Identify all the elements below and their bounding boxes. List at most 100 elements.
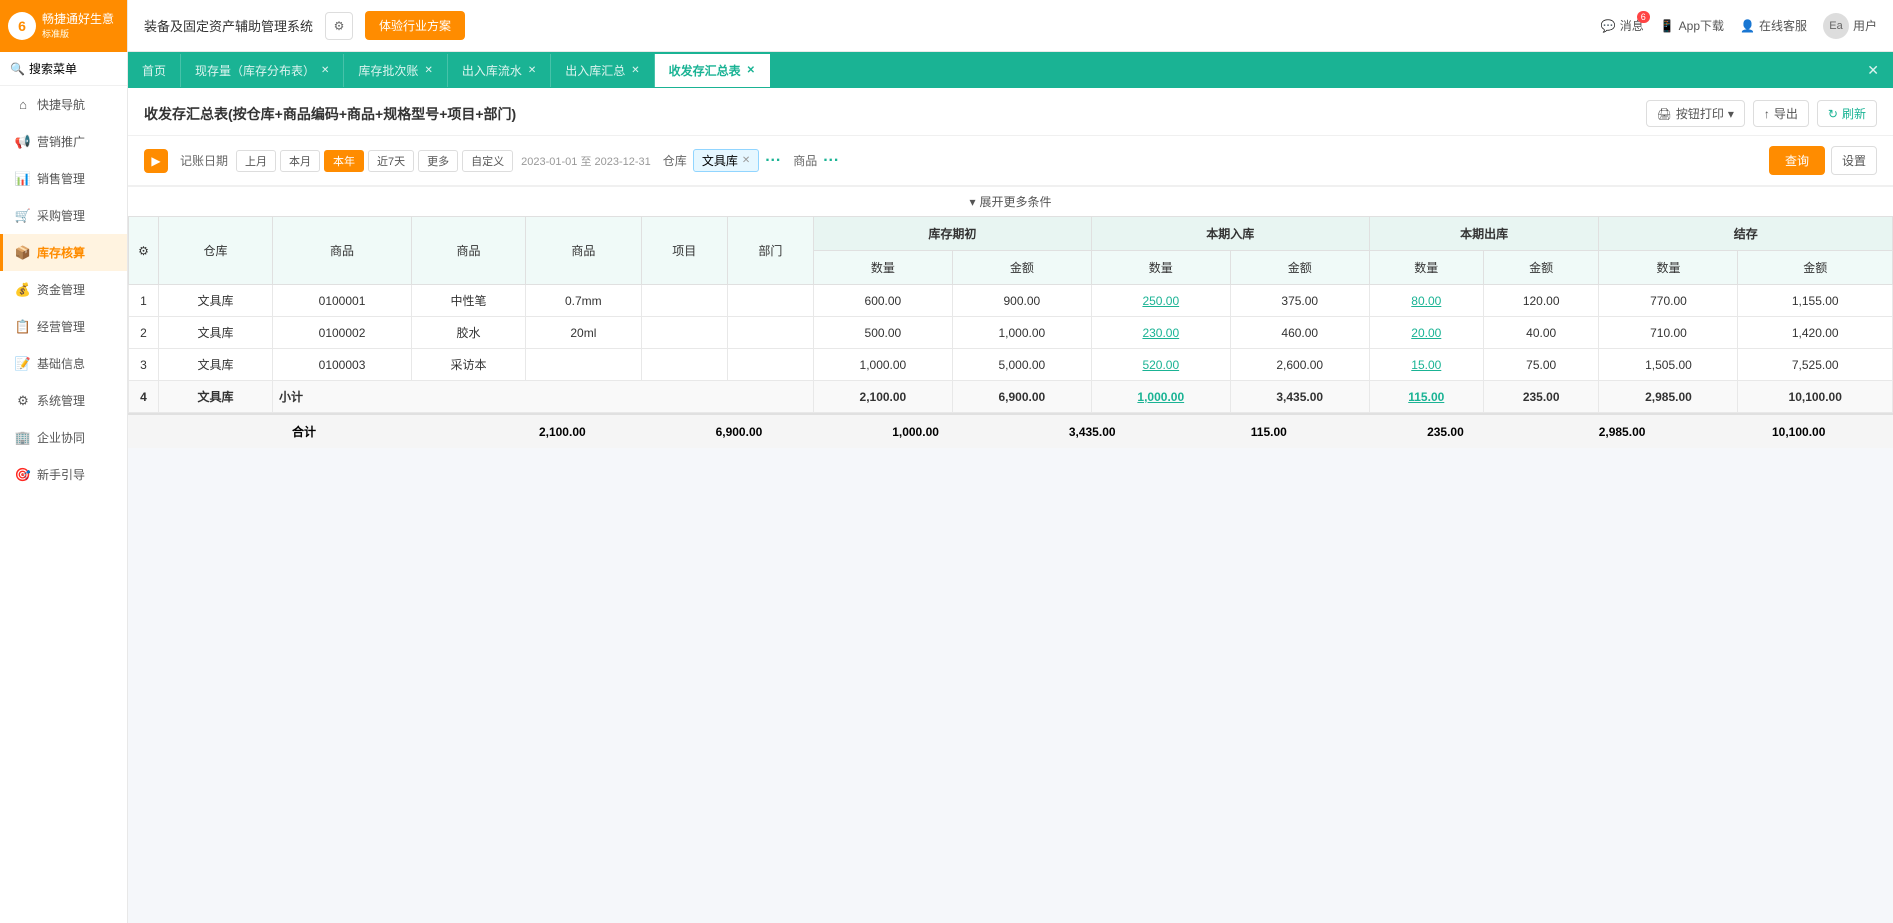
tab-close-inout-flow[interactable]: ✕ — [528, 65, 536, 76]
sidebar-item-quick-nav[interactable]: ⌂快捷导航 — [0, 86, 127, 123]
bal-amt-header: 金额 — [1738, 251, 1893, 285]
nav-icon-enterprise: 🏢 — [15, 430, 31, 446]
date-range-text: 2023-01-01 至 2023-12-31 — [521, 153, 651, 169]
warehouse-tag-close-icon[interactable]: ✕ — [742, 155, 750, 166]
sidebar-item-finance[interactable]: 💰资金管理 — [0, 271, 127, 308]
query-button[interactable]: 查询 — [1769, 146, 1825, 175]
messages-action[interactable]: 💬 消息 6 — [1601, 17, 1644, 34]
goods-code-col-header: 商品 — [273, 217, 412, 285]
bal-qty-header: 数量 — [1599, 251, 1738, 285]
row-out-qty[interactable]: 80.00 — [1369, 285, 1483, 317]
header-settings-icon[interactable]: ⚙ — [325, 12, 353, 40]
tab-batch[interactable]: 库存批次账✕ — [344, 54, 447, 87]
date-btn-近7天[interactable]: 近7天 — [368, 150, 414, 172]
sidebar-item-sales[interactable]: 📊销售管理 — [0, 160, 127, 197]
tab-label-inout-flow: 出入库流水 — [462, 62, 522, 79]
date-btn-自定义[interactable]: 自定义 — [462, 150, 513, 172]
row-spec: 0.7mm — [526, 285, 642, 317]
date-btn-本月[interactable]: 本月 — [280, 150, 320, 172]
print-icon: 🖨 — [1657, 107, 1672, 121]
table-row: 2 文具库 0100002 胶水 20ml 500.00 1,000.00 23… — [129, 317, 1893, 349]
sidebar-item-enterprise[interactable]: 🏢 企业协同 — [0, 419, 127, 456]
header-right: 💬 消息 6 📱 App下载 👤 在线客服 Ea 用户 — [1601, 13, 1877, 39]
date-btn-上月[interactable]: 上月 — [236, 150, 276, 172]
row-out-qty[interactable]: 15.00 — [1369, 349, 1483, 381]
filter-toggle-button[interactable]: ▶ — [144, 149, 168, 173]
export-icon: ↑ — [1764, 107, 1770, 121]
date-filter-label: 记账日期 — [180, 152, 228, 169]
system-title: 装备及固定资产辅助管理系统 — [144, 16, 313, 35]
sidebar-item-guide[interactable]: 🎯新手引导 — [0, 456, 127, 493]
chevron-down-icon: ▾ — [969, 195, 975, 209]
row-open-amt: 1,000.00 — [952, 317, 1091, 349]
export-button[interactable]: ↑ 导出 — [1753, 100, 1809, 127]
tab-bar-close-icon[interactable]: ✕ — [1853, 54, 1893, 87]
table-settings-header[interactable]: ⚙ — [129, 217, 159, 285]
row-open-amt: 5,000.00 — [952, 349, 1091, 381]
row-code: 0100003 — [273, 349, 412, 381]
tab-inout-flow[interactable]: 出入库流水 ✕ — [448, 54, 551, 87]
row-bal-qty: 770.00 — [1599, 285, 1738, 317]
sidebar-item-basic-info[interactable]: 📝基础信息 — [0, 345, 127, 382]
row-bal-amt: 1,420.00 — [1738, 317, 1893, 349]
nav-label-enterprise: 企业协同 — [37, 429, 85, 446]
row-in-qty[interactable]: 230.00 — [1091, 317, 1230, 349]
date-btn-本年[interactable]: 本年 — [324, 150, 364, 172]
warehouse-tag-value: 文具库 — [702, 152, 738, 169]
tab-close-stock-dist[interactable]: ✕ — [321, 65, 329, 76]
row-bal-amt: 1,155.00 — [1738, 285, 1893, 317]
nav-label-inventory: 库存核算 — [37, 244, 85, 261]
trial-button[interactable]: 体验行业方案 — [365, 11, 465, 40]
settings-small-button[interactable]: 设置 — [1831, 146, 1877, 175]
warehouse-more-icon[interactable]: ··· — [765, 152, 781, 170]
sidebar-item-system[interactable]: ⚙系统管理 — [0, 382, 127, 419]
sidebar-item-inventory[interactable]: 📦库存核算 — [0, 234, 127, 271]
tab-receive-send[interactable]: 收发存汇总表✕ — [655, 54, 770, 87]
refresh-button[interactable]: ↻ 刷新 — [1817, 100, 1877, 127]
top-header: 装备及固定资产辅助管理系统 ⚙ 体验行业方案 💬 消息 6 📱 App下载 👤 … — [128, 0, 1893, 52]
warehouse-tag[interactable]: 文具库 ✕ — [693, 149, 759, 172]
row-in-qty[interactable]: 520.00 — [1091, 349, 1230, 381]
user-label: 用户 — [1853, 17, 1877, 34]
sub-warehouse: 文具库 — [159, 381, 273, 413]
total-open-amt: 6,900.00 — [651, 425, 828, 439]
nav-label-marketing: 营销推广 — [37, 133, 85, 150]
table-row: 3 文具库 0100003 采访本 1,000.00 5,000.00 520.… — [129, 349, 1893, 381]
row-bal-amt: 7,525.00 — [1738, 349, 1893, 381]
row-name: 胶水 — [412, 317, 526, 349]
goods-more-icon[interactable]: ··· — [823, 152, 839, 170]
nav-icon-marketing: 📢 — [15, 134, 31, 150]
tab-label-home: 首页 — [142, 62, 166, 79]
row-out-qty[interactable]: 20.00 — [1369, 317, 1483, 349]
app-download-action[interactable]: 📱 App下载 — [1660, 17, 1724, 34]
date-btn-更多[interactable]: 更多 — [418, 150, 458, 172]
row-open-qty: 1,000.00 — [813, 349, 952, 381]
search-label: 搜索菜单 — [29, 60, 77, 77]
tab-close-inout-summary[interactable]: ✕ — [631, 65, 639, 76]
print-button[interactable]: 🖨 按钮打印 ▾ — [1646, 100, 1745, 127]
sidebar-item-marketing[interactable]: 📢 营销推广 — [0, 123, 127, 160]
tab-home[interactable]: 首页 — [128, 54, 181, 87]
total-bal-qty: 2,985.00 — [1534, 425, 1711, 439]
nav-icon-finance: 💰 — [15, 282, 31, 298]
nav-label-quick-nav: 快捷导航 — [37, 96, 85, 113]
user-action[interactable]: Ea 用户 — [1823, 13, 1877, 39]
nav-label-basic-info: 基础信息 — [37, 355, 85, 372]
online-service-action[interactable]: 👤 在线客服 — [1740, 17, 1807, 34]
page-title-bar: 收发存汇总表(按仓库+商品编码+商品+规格型号+项目+部门) 🖨 按钮打印 ▾ … — [128, 88, 1893, 136]
sub-label: 小计 — [273, 381, 814, 413]
out-qty-header: 数量 — [1369, 251, 1483, 285]
total-out-qty: 115.00 — [1181, 425, 1358, 439]
tab-stock-dist[interactable]: 现存量（库存分布表）✕ — [181, 54, 344, 87]
search-menu[interactable]: 🔍 搜索菜单 — [0, 52, 127, 86]
tab-close-receive-send[interactable]: ✕ — [747, 65, 755, 76]
tab-inout-summary[interactable]: 出入库汇总✕ — [551, 54, 654, 87]
expand-more-button[interactable]: ▾ 展开更多条件 — [128, 186, 1893, 216]
nav-label-system: 系统管理 — [37, 392, 85, 409]
sidebar-item-purchase[interactable]: 🛒采购管理 — [0, 197, 127, 234]
tab-close-batch[interactable]: ✕ — [424, 65, 432, 76]
sub-in-amt: 3,435.00 — [1230, 381, 1369, 413]
row-in-qty[interactable]: 250.00 — [1091, 285, 1230, 317]
sidebar-item-operations[interactable]: 📋经营管理 — [0, 308, 127, 345]
row-bal-qty: 710.00 — [1599, 317, 1738, 349]
